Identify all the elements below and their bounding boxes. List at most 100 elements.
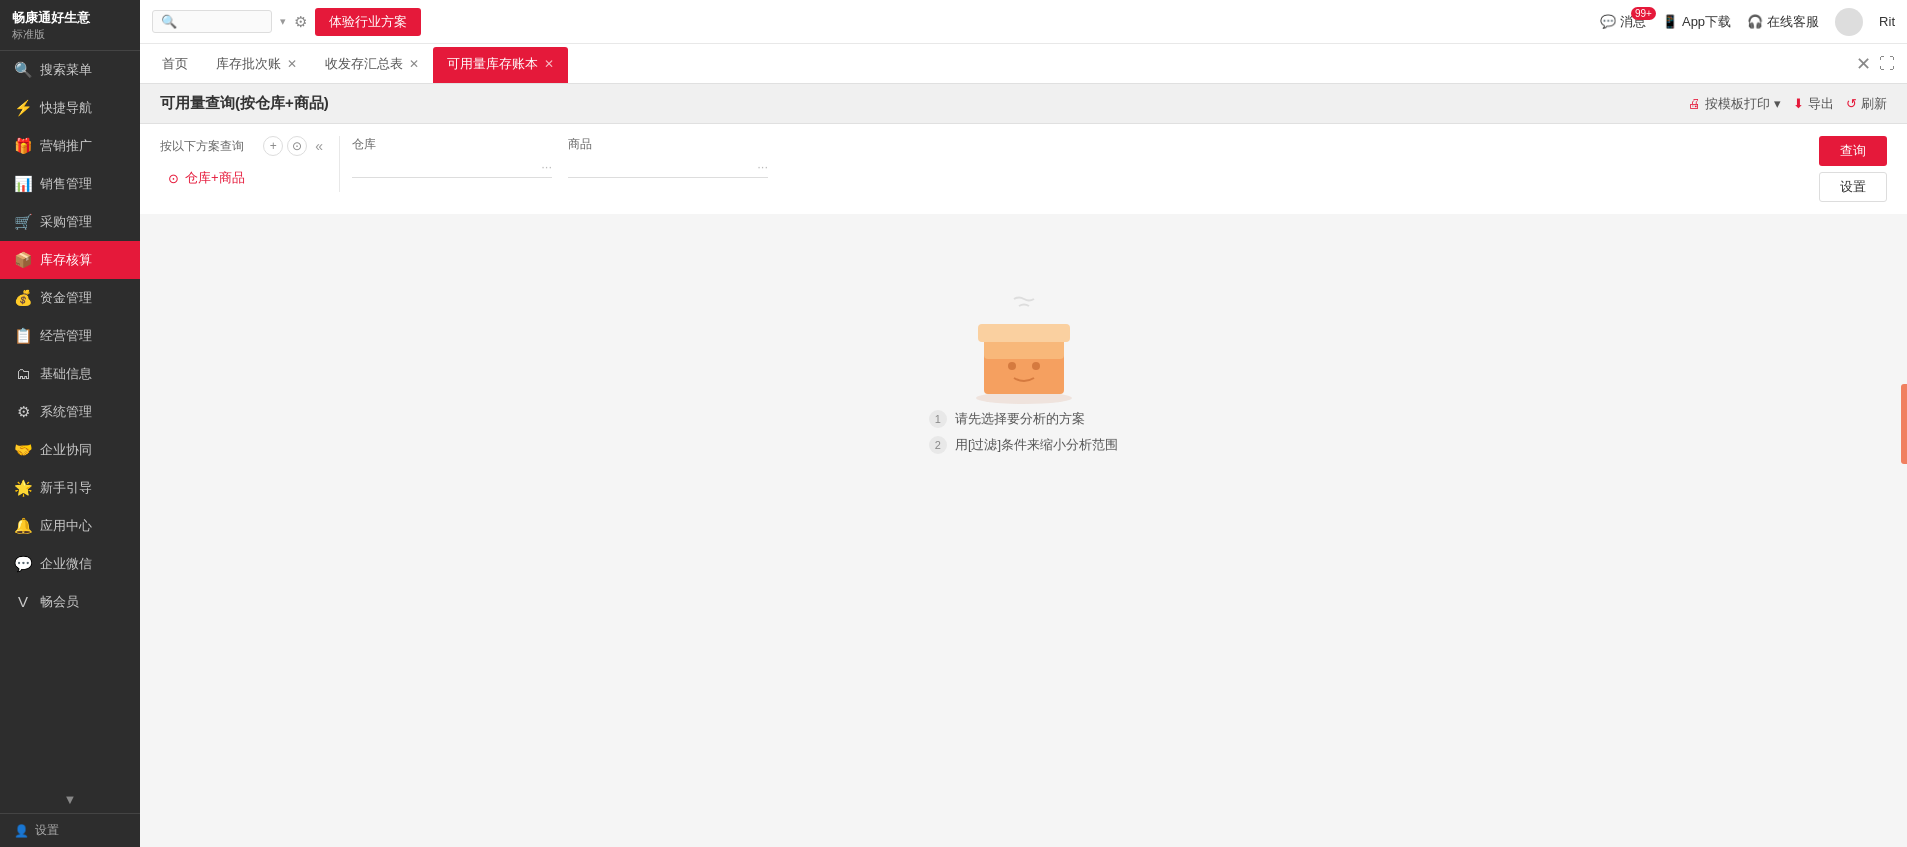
content-area: 可用量查询(按仓库+商品) 🖨 按模板打印 ▾ ⬇ 导出 ↺ 刷新 xyxy=(140,84,1907,847)
wechat-icon: 💬 xyxy=(14,555,32,573)
app-download-btn[interactable]: 📱 App下载 xyxy=(1662,13,1731,31)
filter-schemes-label: 按以下方案查询 xyxy=(160,138,244,155)
hint1-text: 请先选择要分析的方案 xyxy=(955,410,1085,428)
online-service-btn[interactable]: 🎧 在线客服 xyxy=(1747,13,1819,31)
sidebar-item-label: 资金管理 xyxy=(40,289,92,307)
filter-schemes: 按以下方案查询 + ⊙ « ⊙ 仓库+商品 xyxy=(160,136,340,192)
page-header: 可用量查询(按仓库+商品) 🖨 按模板打印 ▾ ⬇ 导出 ↺ 刷新 xyxy=(140,84,1907,124)
sidebar-item-operations[interactable]: 📋 经营管理 xyxy=(0,317,140,355)
search-icon: 🔍 xyxy=(161,14,177,29)
expand-btn[interactable]: ⛶ xyxy=(1879,55,1895,73)
shortcut-icon: ⚡ xyxy=(14,99,32,117)
phone-icon: 📱 xyxy=(1662,14,1678,29)
collapse-scheme-btn[interactable]: « xyxy=(311,138,327,154)
industry-btn[interactable]: 体验行业方案 xyxy=(315,8,421,36)
search-icon: 🔍 xyxy=(14,61,32,79)
goods-input[interactable] xyxy=(568,159,751,174)
topbar-gear-icon[interactable]: ⚙ xyxy=(294,13,307,31)
sidebar-item-label: 应用中心 xyxy=(40,517,92,535)
purchase-icon: 🛒 xyxy=(14,213,32,231)
hint2-text: 用[过滤]条件来缩小分析范围 xyxy=(955,436,1118,454)
sidebar-item-member[interactable]: V 畅会员 xyxy=(0,583,140,621)
sidebar-item-sales[interactable]: 📊 销售管理 xyxy=(0,165,140,203)
tab-summary[interactable]: 收发存汇总表✕ xyxy=(311,47,433,83)
filter-area: 按以下方案查询 + ⊙ « ⊙ 仓库+商品 仓库 xyxy=(140,124,1907,214)
sidebar-item-label: 库存核算 xyxy=(40,251,92,269)
sidebar-item-label: 企业协同 xyxy=(40,441,92,459)
sidebar-item-label: 快捷导航 xyxy=(40,99,92,117)
tab-close-btn[interactable]: ✕ xyxy=(287,58,297,70)
empty-state: 1 请先选择要分析的方案 2 用[过滤]条件来缩小分析范围 xyxy=(140,214,1907,534)
sidebar-item-shortcut[interactable]: ⚡ 快捷导航 xyxy=(0,89,140,127)
warehouse-input[interactable] xyxy=(352,159,535,174)
sidebar-item-basic[interactable]: 🗂 基础信息 xyxy=(0,355,140,393)
page-actions: 🖨 按模板打印 ▾ ⬇ 导出 ↺ 刷新 xyxy=(1688,95,1887,113)
app-center-icon: 🔔 xyxy=(14,517,32,535)
sidebar-item-label: 销售管理 xyxy=(40,175,92,193)
inventory-icon: 📦 xyxy=(14,251,32,269)
sidebar-item-inventory[interactable]: 📦 库存核算 xyxy=(0,241,140,279)
tab-label: 可用量库存账本 xyxy=(447,55,538,73)
message-btn[interactable]: 💬 消息 99+ xyxy=(1600,13,1646,31)
topbar-chevron-icon[interactable]: ▾ xyxy=(280,15,286,28)
search-input[interactable] xyxy=(181,15,261,29)
topbar-search-box[interactable]: 🔍 xyxy=(152,10,272,33)
finance-icon: 💰 xyxy=(14,289,32,307)
sidebar-item-enterprise[interactable]: 🤝 企业协同 xyxy=(0,431,140,469)
marketing-promo-icon: 🎁 xyxy=(14,137,32,155)
sidebar-item-finance[interactable]: 💰 资金管理 xyxy=(0,279,140,317)
filter-field-goods: 商品 ··· xyxy=(568,136,768,178)
member-icon: V xyxy=(14,593,32,610)
print-btn[interactable]: 🖨 按模板打印 ▾ xyxy=(1688,95,1781,113)
filter-scheme-icons: + ⊙ « xyxy=(263,136,327,156)
sidebar-item-search[interactable]: 🔍 搜索菜单 xyxy=(0,51,140,89)
svg-point-4 xyxy=(1008,362,1016,370)
tabbar-actions: ✕ ⛶ xyxy=(1856,55,1895,73)
sidebar-item-wechat[interactable]: 💬 企业微信 xyxy=(0,545,140,583)
warehouse-more-btn[interactable]: ··· xyxy=(541,159,552,174)
scheme-item-warehouse-goods[interactable]: ⊙ 仓库+商品 xyxy=(160,164,327,192)
operations-icon: 📋 xyxy=(14,327,32,345)
sales-icon: 📊 xyxy=(14,175,32,193)
empty-hint-1: 1 请先选择要分析的方案 xyxy=(929,410,1118,428)
sidebar-item-newbie[interactable]: 🌟 新手引导 xyxy=(0,469,140,507)
export-btn[interactable]: ⬇ 导出 xyxy=(1793,95,1834,113)
sidebar-scroll-down[interactable]: ▼ xyxy=(0,786,140,813)
username-label[interactable]: Rit xyxy=(1879,14,1895,29)
add-scheme-btn[interactable]: + xyxy=(263,136,283,156)
newbie-icon: 🌟 xyxy=(14,479,32,497)
sidebar-footer[interactable]: 👤 设置 xyxy=(0,813,140,847)
sidebar-item-purchase[interactable]: 🛒 采购管理 xyxy=(0,203,140,241)
sidebar-item-app-center[interactable]: 🔔 应用中心 xyxy=(0,507,140,545)
svg-rect-3 xyxy=(978,324,1070,342)
sidebar-item-label: 新手引导 xyxy=(40,479,92,497)
sidebar-item-label: 畅会员 xyxy=(40,593,79,611)
filter-actions: 查询 设置 xyxy=(1819,136,1887,202)
close-all-tabs-btn[interactable]: ✕ xyxy=(1856,55,1871,73)
tab-home[interactable]: 首页 xyxy=(148,47,202,83)
system-icon: ⚙ xyxy=(14,403,32,421)
sidebar-item-label: 企业微信 xyxy=(40,555,92,573)
manage-scheme-btn[interactable]: ⊙ xyxy=(287,136,307,156)
tab-close-btn[interactable]: ✕ xyxy=(544,58,554,70)
query-btn[interactable]: 查询 xyxy=(1819,136,1887,166)
tab-close-btn[interactable]: ✕ xyxy=(409,58,419,70)
print-chevron-icon: ▾ xyxy=(1774,96,1781,111)
tab-available[interactable]: 可用量库存账本 ✕ xyxy=(433,47,568,83)
refresh-btn[interactable]: ↺ 刷新 xyxy=(1846,95,1887,113)
sidebar-item-label: 经营管理 xyxy=(40,327,92,345)
settings-btn[interactable]: 设置 xyxy=(1819,172,1887,202)
main-area: 🔍 ▾ ⚙ 体验行业方案 💬 消息 99+ 📱 App下载 🎧 在线客服 Rit xyxy=(140,0,1907,847)
right-scroll-indicator xyxy=(1901,384,1907,464)
avatar[interactable] xyxy=(1835,8,1863,36)
sidebar-item-label: 基础信息 xyxy=(40,365,92,383)
headset-icon: 🎧 xyxy=(1747,14,1763,29)
topbar: 🔍 ▾ ⚙ 体验行业方案 💬 消息 99+ 📱 App下载 🎧 在线客服 Rit xyxy=(140,0,1907,44)
sidebar-item-marketing-promo[interactable]: 🎁 营销推广 xyxy=(0,127,140,165)
sidebar-item-system[interactable]: ⚙ 系统管理 xyxy=(0,393,140,431)
goods-more-btn[interactable]: ··· xyxy=(757,159,768,174)
tab-batch[interactable]: 库存批次账✕ xyxy=(202,47,311,83)
app-label: App下载 xyxy=(1682,13,1731,31)
sidebar-item-label: 采购管理 xyxy=(40,213,92,231)
filter-schemes-header: 按以下方案查询 + ⊙ « xyxy=(160,136,327,156)
